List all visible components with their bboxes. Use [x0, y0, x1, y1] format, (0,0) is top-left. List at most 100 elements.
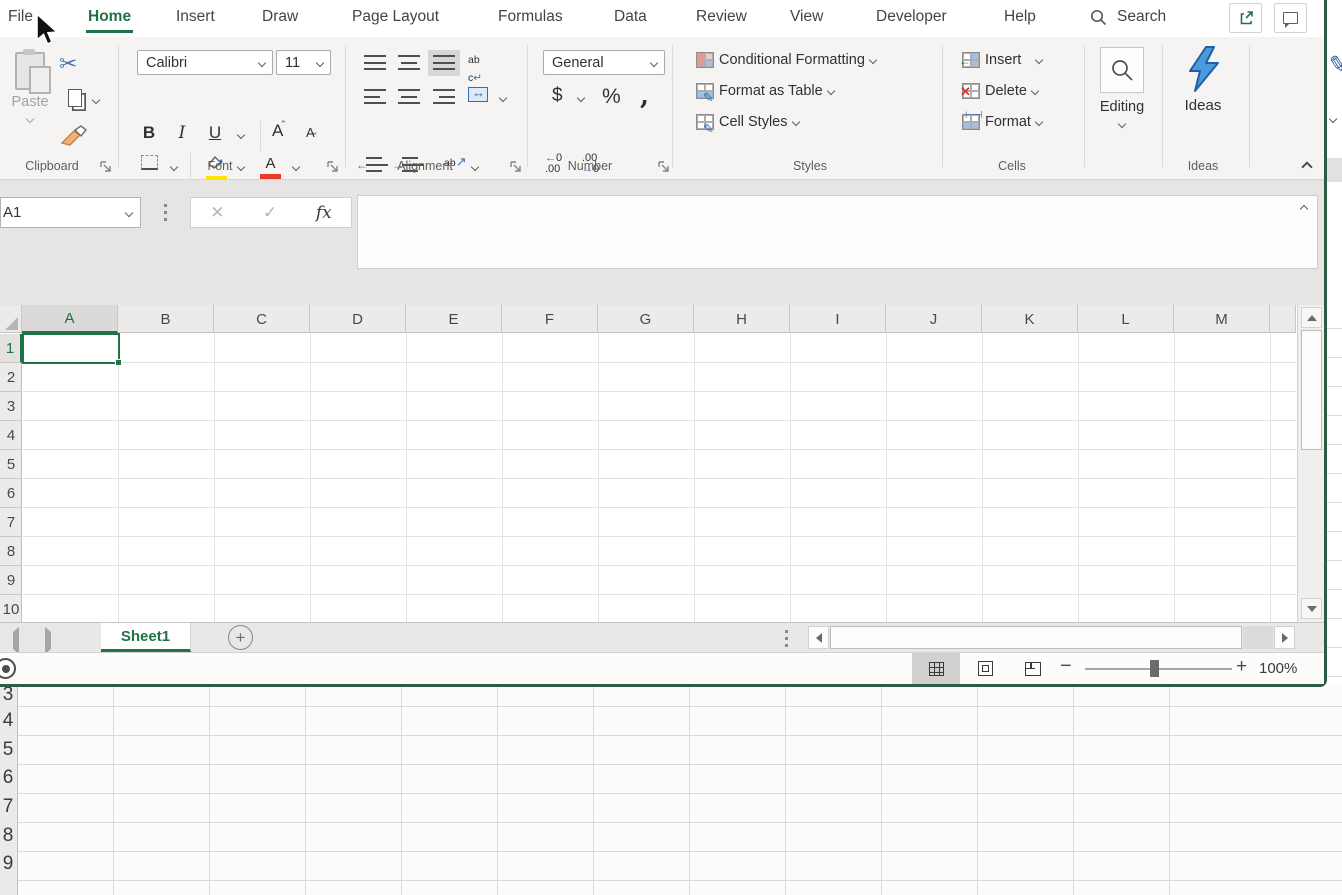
clipboard-dialog-launcher[interactable]	[100, 161, 112, 173]
column-header-H[interactable]: H	[694, 305, 790, 333]
align-right-button[interactable]	[433, 89, 455, 104]
editing-find-button[interactable]	[1100, 47, 1144, 93]
row-header-9[interactable]: 9	[0, 566, 22, 595]
fill-handle[interactable]	[115, 359, 122, 366]
enter-button[interactable]: ✓	[263, 203, 277, 223]
format-cells-button[interactable]: ⊢⊣ Format	[962, 109, 1042, 135]
spreadsheet-cells[interactable]	[23, 334, 1296, 622]
row-header-1[interactable]: 1	[0, 334, 22, 363]
comma-button[interactable]: ,	[640, 81, 649, 111]
horizontal-scroll-thumb[interactable]	[830, 626, 1242, 649]
font-size-combo[interactable]: 11	[276, 50, 331, 75]
menu-tab-home[interactable]: Home	[88, 8, 131, 26]
middle-align-button[interactable]	[398, 55, 420, 70]
tabbar-resize-handle[interactable]	[785, 630, 788, 648]
underline-chevron-icon[interactable]	[237, 131, 245, 139]
cancel-button[interactable]: ✕	[210, 203, 224, 223]
font-color-button[interactable]: A	[260, 155, 281, 179]
hscroll-right-button[interactable]	[1274, 626, 1295, 649]
bold-button[interactable]: B	[138, 123, 160, 143]
row-header-7[interactable]: 7	[0, 508, 22, 537]
row-header-10[interactable]: 10	[0, 595, 22, 622]
view-page-break-button[interactable]	[1009, 653, 1057, 684]
delete-cells-button[interactable]: ✕ Delete	[962, 78, 1038, 104]
merge-chevron-icon[interactable]	[499, 94, 507, 102]
column-header-G[interactable]: G	[598, 305, 694, 333]
add-sheet-button[interactable]: +	[228, 625, 253, 650]
name-box-resize-handle[interactable]	[164, 204, 167, 222]
column-header-partial[interactable]	[1270, 305, 1296, 333]
column-header-L[interactable]: L	[1078, 305, 1174, 333]
column-header-D[interactable]: D	[310, 305, 406, 333]
search-box[interactable]: Search	[1090, 8, 1166, 26]
percent-button[interactable]: %	[602, 85, 621, 109]
share-button[interactable]	[1229, 3, 1262, 33]
zoom-out-button[interactable]: −	[1060, 655, 1072, 678]
column-header-E[interactable]: E	[406, 305, 502, 333]
row-header-6[interactable]: 6	[0, 479, 22, 508]
format-as-table-button[interactable]: ✎ Format as Table	[696, 78, 834, 104]
zoom-in-button[interactable]: +	[1236, 656, 1247, 678]
bottom-align-button[interactable]	[433, 55, 455, 70]
menu-tab-draw[interactable]: Draw	[262, 8, 298, 26]
column-header-C[interactable]: C	[214, 305, 310, 333]
grow-font-button[interactable]: Aˆ	[272, 121, 287, 141]
vertical-scroll-thumb[interactable]	[1301, 330, 1322, 450]
horizontal-scroll-track[interactable]	[1243, 626, 1273, 649]
font-dialog-launcher[interactable]	[327, 161, 339, 173]
comment-button[interactable]	[1274, 3, 1307, 33]
borders-button[interactable]	[141, 155, 158, 175]
menu-tab-data[interactable]: Data	[614, 8, 647, 26]
view-normal-button[interactable]	[912, 653, 960, 684]
sheet-tab-sheet1[interactable]: Sheet1	[101, 623, 191, 652]
row-header-2[interactable]: 2	[0, 363, 22, 392]
column-header-J[interactable]: J	[886, 305, 982, 333]
insert-cells-button[interactable]: ← Insert	[962, 47, 1042, 73]
editing-chevron-icon[interactable]	[1118, 120, 1126, 128]
column-header-A[interactable]: A	[22, 305, 118, 333]
name-box[interactable]: A1	[0, 197, 141, 228]
orientation-chevron-icon[interactable]	[471, 163, 479, 171]
font-family-combo[interactable]: Calibri	[137, 50, 273, 75]
collapse-ribbon-button[interactable]	[1301, 161, 1312, 172]
align-left-button[interactable]	[364, 89, 386, 104]
top-align-button[interactable]	[364, 55, 386, 70]
row-header-5[interactable]: 5	[0, 450, 22, 479]
paste-button[interactable]: Paste	[8, 48, 52, 144]
conditional-formatting-button[interactable]: Conditional Formatting	[696, 47, 876, 73]
copy-chevron-icon[interactable]	[92, 96, 100, 104]
collapse-formula-bar-button[interactable]	[1300, 205, 1308, 213]
number-format-combo[interactable]: General	[543, 50, 665, 75]
merge-center-button[interactable]	[468, 87, 488, 107]
alignment-dialog-launcher[interactable]	[510, 161, 522, 173]
formula-input[interactable]	[357, 195, 1318, 269]
menu-tab-page-layout[interactable]: Page Layout	[352, 8, 439, 26]
row-header-8[interactable]: 8	[0, 537, 22, 566]
number-dialog-launcher[interactable]	[658, 161, 670, 173]
record-macro-button[interactable]	[0, 658, 16, 679]
scroll-up-button[interactable]	[1301, 307, 1322, 328]
underline-button[interactable]: U	[204, 123, 226, 143]
column-header-K[interactable]: K	[982, 305, 1078, 333]
column-header-M[interactable]: M	[1174, 305, 1270, 333]
align-center-button[interactable]	[398, 89, 420, 104]
menu-tab-view[interactable]: View	[790, 8, 823, 26]
insert-function-button[interactable]: fx	[316, 203, 332, 223]
ideas-bolt-icon[interactable]	[1182, 45, 1224, 93]
row-header-3[interactable]: 3	[0, 392, 22, 421]
format-painter-button[interactable]	[58, 123, 90, 149]
column-header-B[interactable]: B	[118, 305, 214, 333]
zoom-slider-thumb[interactable]	[1150, 660, 1159, 677]
menu-tab-insert[interactable]: Insert	[176, 8, 215, 26]
shrink-font-button[interactable]: Aˇ	[306, 124, 318, 142]
cell-styles-button[interactable]: ✎ Cell Styles	[696, 109, 799, 135]
select-all-button[interactable]	[0, 305, 22, 333]
cut-button[interactable]: ✂	[59, 51, 77, 77]
currency-button[interactable]: $	[552, 85, 563, 107]
currency-chevron-icon[interactable]	[577, 94, 585, 102]
view-page-layout-button[interactable]	[961, 653, 1009, 684]
ideas-button[interactable]: Ideas	[1168, 97, 1238, 114]
font-color-chevron-icon[interactable]	[292, 163, 300, 171]
menu-tab-developer[interactable]: Developer	[876, 8, 947, 26]
vertical-scrollbar[interactable]	[1297, 305, 1324, 622]
